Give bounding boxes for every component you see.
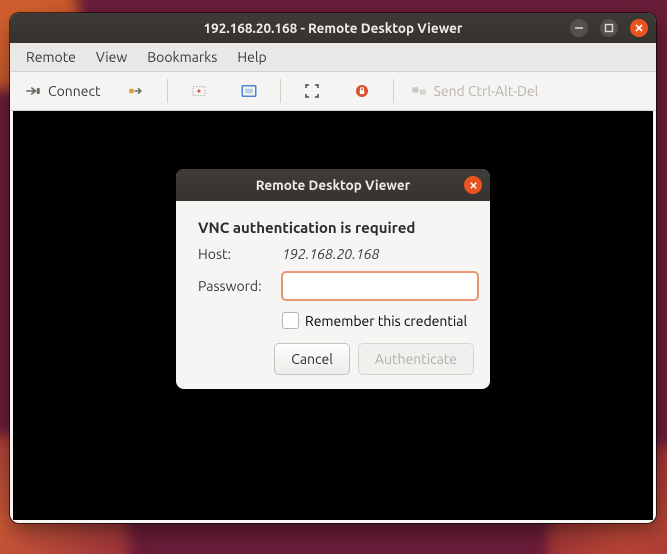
- disconnect-button[interactable]: [115, 77, 157, 105]
- cancel-label: Cancel: [291, 351, 333, 367]
- window-title: 192.168.20.168 - Remote Desktop Viewer: [10, 20, 656, 36]
- menubar: Remote View Bookmarks Help: [10, 43, 656, 72]
- remember-label: Remember this credential: [305, 313, 467, 329]
- host-label: Host:: [198, 246, 274, 262]
- dialog-close-button[interactable]: [464, 176, 482, 194]
- host-value: 192.168.20.168: [282, 246, 478, 262]
- dialog-body: VNC authentication is required Host: 192…: [176, 201, 490, 389]
- auth-dialog: Remote Desktop Viewer VNC authentication…: [176, 169, 490, 389]
- close-button[interactable]: [630, 19, 648, 37]
- window-controls: [570, 19, 648, 37]
- menu-label: Remote: [26, 49, 76, 65]
- toolbar: Connect: [10, 72, 656, 111]
- connect-button[interactable]: Connect: [18, 77, 107, 105]
- menu-bookmarks[interactable]: Bookmarks: [137, 43, 227, 71]
- send-ctrl-alt-del-button[interactable]: Send Ctrl-Alt-Del: [404, 77, 545, 105]
- screenshot-button[interactable]: [291, 77, 333, 105]
- view-only-button[interactable]: [341, 77, 383, 105]
- fullscreen-button[interactable]: [228, 77, 270, 105]
- auth-form: Host: 192.168.20.168 Password: Remember …: [198, 246, 474, 329]
- menu-label: Help: [237, 49, 266, 65]
- menu-remote[interactable]: Remote: [16, 43, 86, 71]
- dialog-titlebar[interactable]: Remote Desktop Viewer: [176, 169, 490, 201]
- menu-label: View: [96, 49, 127, 65]
- password-label: Password:: [198, 278, 274, 294]
- keyboard-keys-icon: [410, 82, 428, 100]
- dialog-button-row: Cancel Authenticate: [192, 343, 474, 375]
- remember-checkbox[interactable]: [282, 312, 299, 329]
- titlebar[interactable]: 192.168.20.168 - Remote Desktop Viewer: [10, 13, 656, 43]
- dialog-heading: VNC authentication is required: [198, 219, 474, 236]
- plug-connect-icon: [24, 82, 42, 100]
- toolbar-separator: [393, 79, 394, 103]
- toolbar-separator: [167, 79, 168, 103]
- menu-help[interactable]: Help: [227, 43, 276, 71]
- fit-window-icon: [190, 82, 208, 100]
- selection-brackets-icon: [303, 82, 321, 100]
- toolbar-separator: [280, 79, 281, 103]
- lock-icon: [353, 82, 371, 100]
- menu-view[interactable]: View: [86, 43, 137, 71]
- send-cad-label: Send Ctrl-Alt-Del: [434, 83, 539, 99]
- dialog-title: Remote Desktop Viewer: [176, 177, 490, 193]
- authenticate-button[interactable]: Authenticate: [358, 343, 474, 375]
- plug-disconnect-icon: [127, 82, 145, 100]
- menu-label: Bookmarks: [147, 49, 217, 65]
- maximize-button[interactable]: [600, 19, 618, 37]
- authenticate-label: Authenticate: [375, 351, 457, 367]
- password-input[interactable]: [282, 272, 478, 300]
- connect-label: Connect: [48, 83, 101, 99]
- cancel-button[interactable]: Cancel: [274, 343, 350, 375]
- main-window: 192.168.20.168 - Remote Desktop Viewer R…: [10, 13, 656, 523]
- minimize-button[interactable]: [570, 19, 588, 37]
- fit-window-button[interactable]: [178, 77, 220, 105]
- fullscreen-icon: [240, 82, 258, 100]
